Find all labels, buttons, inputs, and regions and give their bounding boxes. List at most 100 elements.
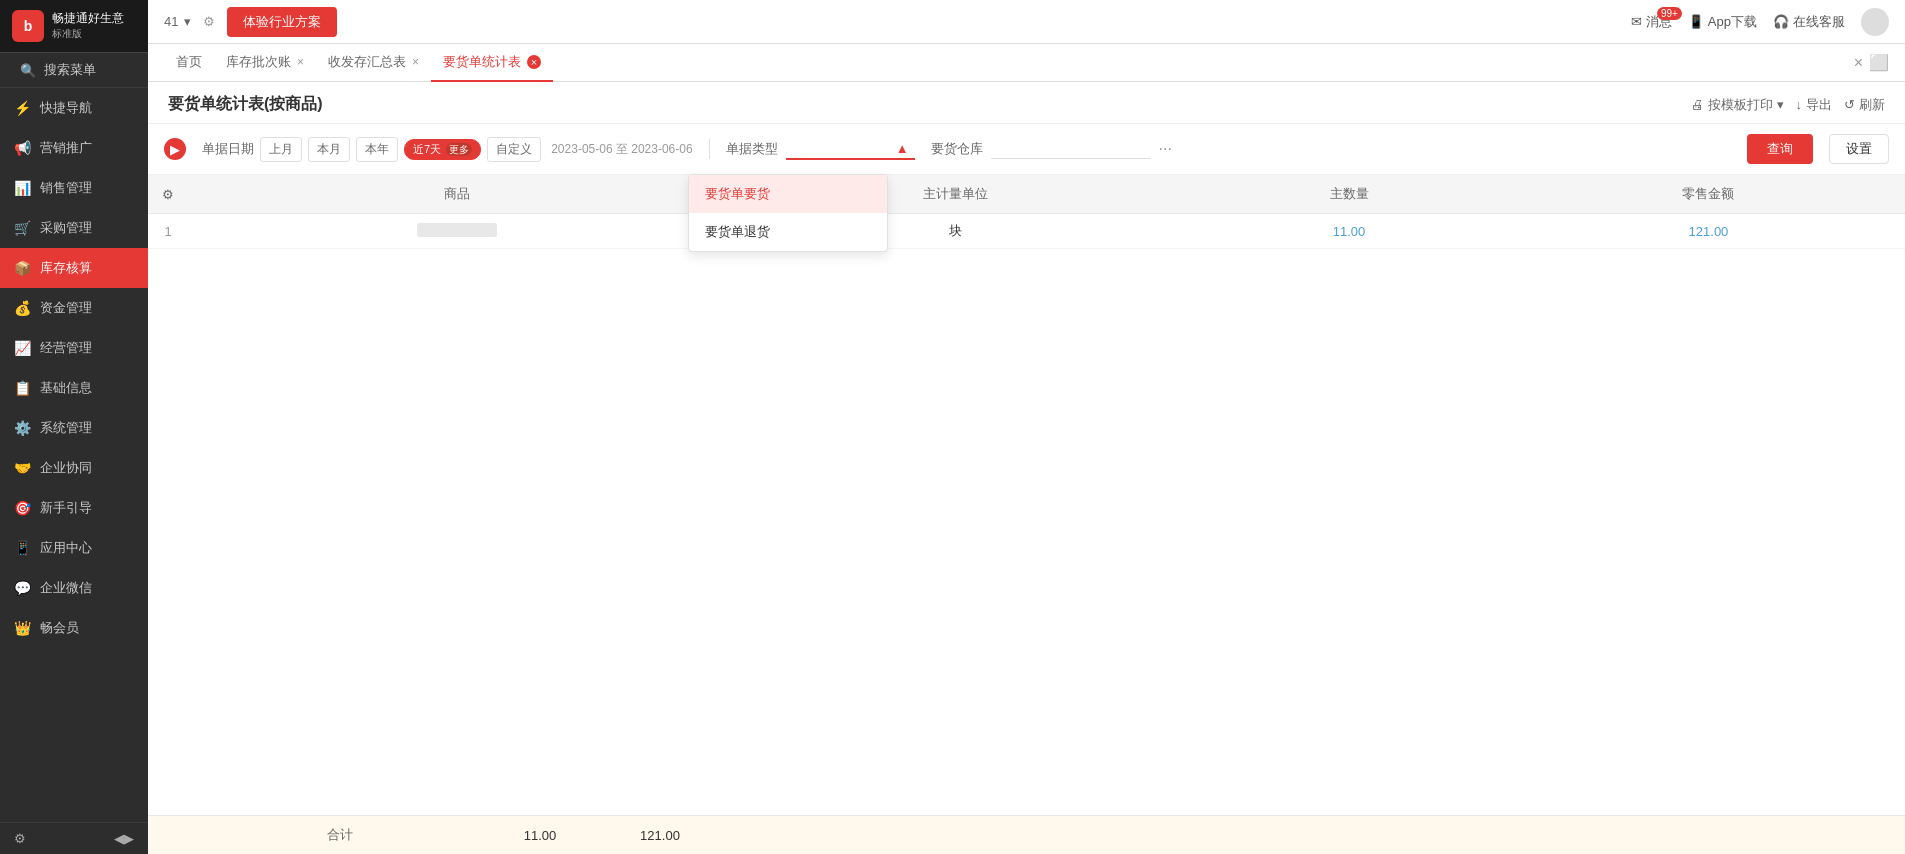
sidebar-item-vip[interactable]: 👑 畅会员: [0, 608, 148, 648]
search-icon: 🔍: [20, 63, 36, 78]
appstore-icon: 📱: [12, 538, 32, 558]
quick-nav-label: 快捷导航: [40, 99, 92, 117]
refresh-button[interactable]: ↺ 刷新: [1844, 96, 1885, 114]
col-settings[interactable]: ⚙: [148, 175, 188, 214]
store-dropdown-icon: ▾: [184, 14, 191, 29]
sidebar-item-wechat[interactable]: 💬 企业微信: [0, 568, 148, 608]
store-selector[interactable]: 41 ▾: [164, 14, 191, 29]
filter-divider-1: [709, 139, 710, 159]
purchase-label: 采购管理: [40, 219, 92, 237]
tab-order-stats[interactable]: 要货单统计表 ×: [431, 44, 553, 82]
sidebar-item-system[interactable]: ⚙️ 系统管理: [0, 408, 148, 448]
page-title: 要货单统计表(按商品): [168, 94, 323, 115]
finance-icon: 💰: [12, 298, 32, 318]
service-label: 在线客服: [1793, 13, 1845, 31]
app-download-label: App下载: [1708, 13, 1757, 31]
marketing-label: 营销推广: [40, 139, 92, 157]
app-icon: 📱: [1688, 14, 1704, 29]
row-quantity[interactable]: 11.00: [1186, 214, 1512, 249]
export-button[interactable]: ↓ 导出: [1796, 96, 1833, 114]
sidebar-item-inventory[interactable]: 📦 库存核算: [0, 248, 148, 288]
app-download[interactable]: 📱 App下载: [1688, 13, 1757, 31]
sidebar-search[interactable]: 🔍 搜索菜单: [0, 53, 148, 88]
sidebar-item-operations[interactable]: 📈 经营管理: [0, 328, 148, 368]
print-button[interactable]: 🖨 按模板打印 ▾: [1691, 96, 1784, 114]
warehouse-more-icon[interactable]: ···: [1159, 140, 1172, 158]
sidebar-collapse-icon[interactable]: ◀▶: [114, 831, 134, 846]
vip-label: 畅会员: [40, 619, 79, 637]
tab-batch-account[interactable]: 库存批次账 ×: [214, 44, 316, 82]
logo-subtitle: 标准版: [52, 27, 124, 41]
this-month-btn[interactable]: 本月: [308, 137, 350, 162]
warehouse-filter-group: 要货仓库 ···: [931, 139, 1172, 159]
row-product: [188, 214, 726, 249]
sales-label: 销售管理: [40, 179, 92, 197]
tab-receive-summary-close[interactable]: ×: [412, 55, 419, 69]
guide-icon: 🎯: [12, 498, 32, 518]
custom-date-btn[interactable]: 自定义: [487, 137, 541, 162]
user-avatar[interactable]: [1861, 8, 1889, 36]
tab-close-all-icon[interactable]: ×: [1854, 54, 1863, 72]
print-dropdown-icon: ▾: [1777, 97, 1784, 112]
footer-total-label: 合计: [200, 826, 480, 844]
messages-badge[interactable]: ✉ 消息 99+: [1631, 13, 1672, 31]
col-quantity: 主数量: [1186, 175, 1512, 214]
filter-settings-button[interactable]: 设置: [1829, 134, 1889, 164]
data-table-area: ⚙ 商品 主计量单位 主数量 零售金额: [148, 175, 1905, 815]
filter-toggle-btn[interactable]: ▶: [164, 138, 186, 160]
col-amount: 零售金额: [1512, 175, 1905, 214]
purchase-icon: 🛒: [12, 218, 32, 238]
last-month-btn[interactable]: 上月: [260, 137, 302, 162]
store-num: 41: [164, 14, 178, 29]
header-left: 41 ▾ ⚙ 体验行业方案: [164, 7, 337, 37]
dropdown-item-order-return[interactable]: 要货单退货: [689, 213, 887, 251]
tab-order-stats-label: 要货单统计表: [443, 53, 521, 71]
sidebar-settings-icon[interactable]: ⚙: [14, 831, 26, 846]
sidebar-item-purchase[interactable]: 🛒 采购管理: [0, 208, 148, 248]
date-range-text: 2023-05-06 至 2023-06-06: [551, 141, 692, 158]
operations-icon: 📈: [12, 338, 32, 358]
quick-nav-icon: ⚡: [12, 98, 32, 118]
tab-order-stats-close[interactable]: ×: [527, 55, 541, 69]
sidebar-item-basic[interactable]: 📋 基础信息: [0, 368, 148, 408]
dropdown-item-order-goods-label: 要货单要货: [705, 186, 770, 201]
sidebar: b 畅捷通好生意 标准版 🔍 搜索菜单 ⚡ 快捷导航 📢 营销推广 📊 销售管理…: [0, 0, 148, 854]
tab-receive-summary[interactable]: 收发存汇总表 ×: [316, 44, 431, 82]
sidebar-item-finance[interactable]: 💰 资金管理: [0, 288, 148, 328]
operations-label: 经营管理: [40, 339, 92, 357]
warehouse-input[interactable]: [991, 139, 1151, 159]
dropdown-item-order-goods[interactable]: 要货单要货: [689, 175, 887, 213]
marketing-icon: 📢: [12, 138, 32, 158]
query-button[interactable]: 查询: [1747, 134, 1813, 164]
type-select[interactable]: ▲: [786, 139, 915, 160]
wechat-icon: 💬: [12, 578, 32, 598]
online-service[interactable]: 🎧 在线客服: [1773, 13, 1845, 31]
tab-batch-account-close[interactable]: ×: [297, 55, 304, 69]
header-gear-icon[interactable]: ⚙: [203, 14, 215, 29]
header-right: ✉ 消息 99+ 📱 App下载 🎧 在线客服: [1631, 8, 1889, 36]
table-header-row: ⚙ 商品 主计量单位 主数量 零售金额: [148, 175, 1905, 214]
chevron-right-icon: ▶: [170, 142, 180, 157]
sidebar-item-sales[interactable]: 📊 销售管理: [0, 168, 148, 208]
tab-expand-icon[interactable]: ⬜: [1869, 53, 1889, 72]
tab-batch-account-label: 库存批次账: [226, 53, 291, 71]
sales-icon: 📊: [12, 178, 32, 198]
table-footer: 合计 11.00 121.00: [148, 815, 1905, 854]
page-header: 要货单统计表(按商品) 🖨 按模板打印 ▾ ↓ 导出 ↺ 刷新: [148, 82, 1905, 124]
service-icon: 🎧: [1773, 14, 1789, 29]
logo-icon: b: [12, 10, 44, 42]
message-icon: ✉: [1631, 14, 1642, 29]
sidebar-item-enterprise[interactable]: 🤝 企业协同: [0, 448, 148, 488]
date-filter: 单据日期 上月 本月 本年 近7天 更多 自定义 2023-05-06 至 20…: [202, 137, 693, 162]
sidebar-item-guide[interactable]: 🎯 新手引导: [0, 488, 148, 528]
finance-label: 资金管理: [40, 299, 92, 317]
last-7days-btn[interactable]: 近7天 更多: [404, 139, 481, 160]
tab-home[interactable]: 首页: [164, 44, 214, 82]
sidebar-item-quick-nav[interactable]: ⚡ 快捷导航: [0, 88, 148, 128]
type-select-input[interactable]: [792, 141, 892, 156]
trial-button[interactable]: 体验行业方案: [227, 7, 337, 37]
sidebar-item-appstore[interactable]: 📱 应用中心: [0, 528, 148, 568]
sidebar-item-marketing[interactable]: 📢 营销推广: [0, 128, 148, 168]
this-year-btn[interactable]: 本年: [356, 137, 398, 162]
row-amount[interactable]: 121.00: [1512, 214, 1905, 249]
